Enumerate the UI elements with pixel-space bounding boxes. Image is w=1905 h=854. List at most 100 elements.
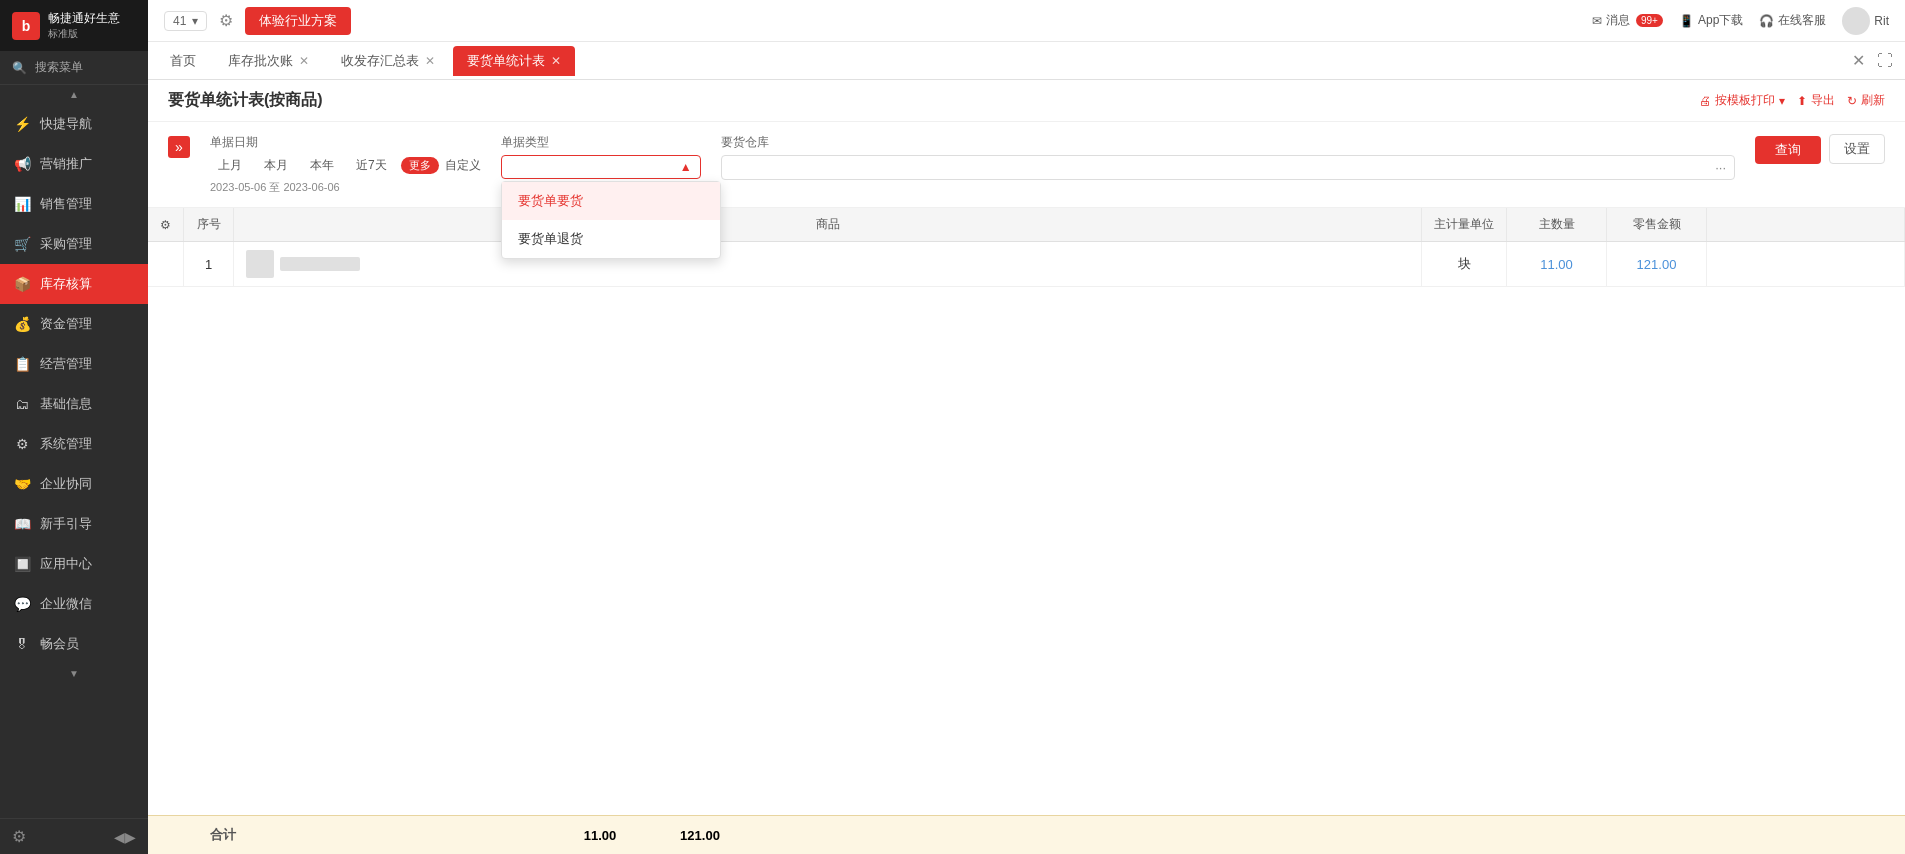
sidebar-item-inventory[interactable]: 📦 库存核算 — [0, 264, 148, 304]
col-header-product: 商品 — [234, 208, 1422, 242]
date-range-text: 2023-05-06 至 2023-06-06 — [210, 180, 481, 195]
filter-actions: 查询 设置 — [1755, 134, 1885, 166]
service-icon: 🎧 — [1759, 14, 1774, 28]
sidebar-item-member[interactable]: 🎖 畅会员 — [0, 624, 148, 664]
col-header-qty: 主数量 — [1507, 208, 1607, 242]
sidebar-item-label: 销售管理 — [40, 195, 92, 213]
wechat-icon: 💬 — [12, 594, 32, 614]
sidebar-item-operation[interactable]: 📋 经营管理 — [0, 344, 148, 384]
header-settings-icon[interactable]: ⚙ — [219, 11, 233, 30]
query-btn[interactable]: 查询 — [1755, 136, 1821, 164]
export-icon: ⬆ — [1797, 94, 1807, 108]
chevron-up-icon[interactable]: ▲ — [680, 160, 692, 174]
print-icon: 🖨 — [1699, 94, 1711, 108]
col-header-no: 序号 — [184, 208, 234, 242]
product-cell — [246, 250, 1409, 278]
warehouse-filter-label: 要货仓库 — [721, 134, 1735, 151]
tab-requisition-label: 要货单统计表 — [467, 52, 545, 70]
tab-inventory-batch[interactable]: 库存批次账 ✕ — [214, 46, 323, 76]
row-extra — [1707, 242, 1905, 287]
sidebar-logo: b 畅捷通好生意 标准版 — [0, 0, 148, 51]
table-container: ⚙ 序号 商品 主计量单位 主数量 零售金额 1 — [148, 208, 1905, 815]
print-btn[interactable]: 🖨 按模板打印 ▾ — [1699, 92, 1785, 109]
tab-requisition-close[interactable]: ✕ — [551, 54, 561, 68]
user-name: Rit — [1874, 14, 1889, 28]
print-dropdown-icon: ▾ — [1779, 94, 1785, 108]
date-custom-btn[interactable]: 自定义 — [445, 157, 481, 174]
sidebar-nav: ▲ ⚡ 快捷导航 📢 营销推广 📊 销售管理 🛒 采购管理 📦 库存核算 💰 资… — [0, 85, 148, 818]
sidebar-search[interactable]: 🔍 搜索菜单 — [0, 51, 148, 85]
date-btn-more[interactable]: 更多 — [401, 157, 439, 174]
online-service-btn[interactable]: 🎧 在线客服 — [1759, 12, 1826, 29]
guide-icon: 📖 — [12, 514, 32, 534]
sidebar-item-sales[interactable]: 📊 销售管理 — [0, 184, 148, 224]
system-icon: ⚙ — [12, 434, 32, 454]
filter-settings-btn[interactable]: 设置 — [1829, 134, 1885, 164]
quick-nav-icon: ⚡ — [12, 114, 32, 134]
filter-expand-btn[interactable]: » — [168, 136, 190, 158]
tab-home[interactable]: 首页 — [156, 46, 210, 76]
sidebar-item-label: 资金管理 — [40, 315, 92, 333]
col-header-extra — [1707, 208, 1905, 242]
sidebar-item-base[interactable]: 🗂 基础信息 — [0, 384, 148, 424]
col-header-settings[interactable]: ⚙ — [148, 208, 184, 242]
dropdown-item-requisition-order[interactable]: 要货单要货 — [502, 182, 720, 220]
qty-link[interactable]: 11.00 — [1540, 257, 1573, 272]
col-header-unit: 主计量单位 — [1422, 208, 1507, 242]
sidebar: b 畅捷通好生意 标准版 🔍 搜索菜单 ▲ ⚡ 快捷导航 📢 营销推广 📊 销售… — [0, 0, 148, 854]
warehouse-input[interactable] — [730, 161, 1711, 175]
date-btn-this-year[interactable]: 本年 — [302, 155, 342, 176]
sidebar-settings-icon[interactable]: ⚙ — [12, 827, 26, 846]
sidebar-item-quick-nav[interactable]: ⚡ 快捷导航 — [0, 104, 148, 144]
date-btn-this-month[interactable]: 本月 — [256, 155, 296, 176]
date-buttons: 上月 本月 本年 近7天 更多 自定义 — [210, 155, 481, 176]
tab-inventory-batch-close[interactable]: ✕ — [299, 54, 309, 68]
sidebar-item-label: 畅会员 — [40, 635, 79, 653]
date-btn-last-month[interactable]: 上月 — [210, 155, 250, 176]
row-qty: 11.00 — [1507, 242, 1607, 287]
company-selector[interactable]: 41 ▾ — [164, 11, 207, 31]
sidebar-item-guide[interactable]: 📖 新手引导 — [0, 504, 148, 544]
export-btn[interactable]: ⬆ 导出 — [1797, 92, 1835, 109]
tab-requisition-stats[interactable]: 要货单统计表 ✕ — [453, 46, 575, 76]
sidebar-item-system[interactable]: ⚙ 系统管理 — [0, 424, 148, 464]
row-settings — [148, 242, 184, 287]
page-title: 要货单统计表(按商品) — [168, 90, 323, 111]
messages-btn[interactable]: ✉ 消息 99+ — [1592, 12, 1663, 29]
sidebar-item-enterprise[interactable]: 🤝 企业协同 — [0, 464, 148, 504]
sidebar-item-wechat[interactable]: 💬 企业微信 — [0, 584, 148, 624]
messages-label: 消息 — [1606, 12, 1630, 29]
sidebar-collapse-icon[interactable]: ◀▶ — [114, 829, 136, 845]
refresh-btn[interactable]: ↻ 刷新 — [1847, 92, 1885, 109]
date-btn-7days[interactable]: 近7天 — [348, 155, 395, 176]
industry-btn[interactable]: 体验行业方案 — [245, 7, 351, 35]
filter-bar: » 单据日期 上月 本月 本年 近7天 更多 自定义 2023-05-06 至 … — [148, 122, 1905, 208]
sidebar-scroll-down[interactable]: ▼ — [0, 664, 148, 683]
footer-qty: 11.00 — [550, 828, 650, 843]
sidebar-item-label: 营销推广 — [40, 155, 92, 173]
sidebar-scroll-up[interactable]: ▲ — [0, 85, 148, 104]
warehouse-more-icon[interactable]: ··· — [1715, 160, 1726, 175]
data-table: ⚙ 序号 商品 主计量单位 主数量 零售金额 1 — [148, 208, 1905, 287]
finance-icon: 💰 — [12, 314, 32, 334]
close-all-icon[interactable]: ✕ — [1848, 49, 1869, 72]
tabs-bar: 首页 库存批次账 ✕ 收发存汇总表 ✕ 要货单统计表 ✕ ✕ ⛶ — [148, 42, 1905, 80]
user-menu[interactable]: Rit — [1842, 7, 1889, 35]
app-download-btn[interactable]: 📱 App下载 — [1679, 12, 1743, 29]
sidebar-item-label: 应用中心 — [40, 555, 92, 573]
sidebar-item-purchase[interactable]: 🛒 采购管理 — [0, 224, 148, 264]
sidebar-item-apps[interactable]: 🔲 应用中心 — [0, 544, 148, 584]
tab-receivable-close[interactable]: ✕ — [425, 54, 435, 68]
warehouse-select-box[interactable]: ··· — [721, 155, 1735, 180]
amount-link[interactable]: 121.00 — [1637, 257, 1677, 272]
tab-receivable-label: 收发存汇总表 — [341, 52, 419, 70]
tab-receivable-summary[interactable]: 收发存汇总表 ✕ — [327, 46, 449, 76]
dropdown-item-requisition-return[interactable]: 要货单退货 — [502, 220, 720, 258]
type-select-input[interactable] — [510, 160, 680, 174]
maximize-icon[interactable]: ⛶ — [1873, 50, 1897, 72]
sidebar-item-marketing[interactable]: 📢 营销推广 — [0, 144, 148, 184]
table-row: 1 块 11.00 121.00 — [148, 242, 1905, 287]
app-logo-icon: b — [12, 12, 40, 40]
sidebar-item-finance[interactable]: 💰 资金管理 — [0, 304, 148, 344]
type-select-box[interactable]: ▲ — [501, 155, 701, 179]
